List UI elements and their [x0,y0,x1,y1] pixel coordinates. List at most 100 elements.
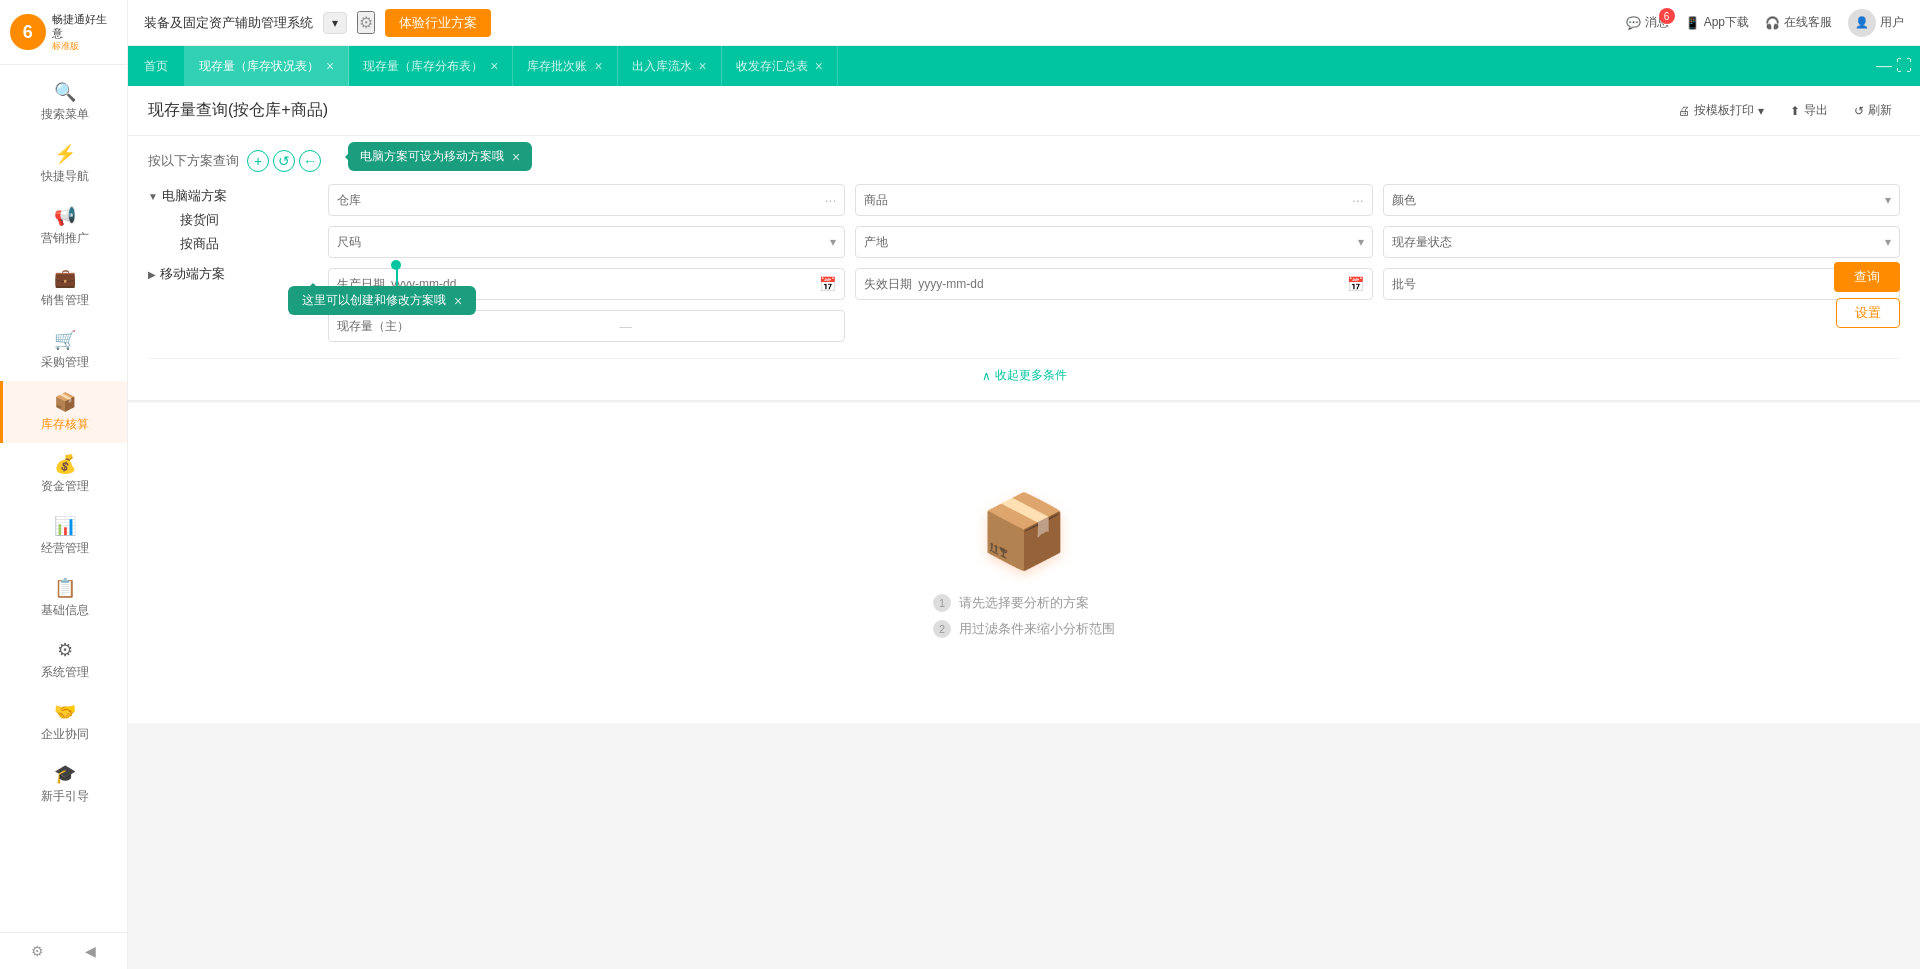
sidebar-item-quicknav[interactable]: ⚡ 快捷导航 [0,133,127,195]
tab-stock-status-label: 现存量（库存状况表） [199,58,319,75]
sidebar-item-business[interactable]: 📊 经营管理 [0,505,127,567]
product-field[interactable]: 商品 ··· [855,184,1372,216]
tab-inout[interactable]: 出入库流水 × [618,46,722,86]
tab-batch[interactable]: 库存批次账 × [513,46,617,86]
tip-1-num: 1 [933,594,951,612]
desktop-expand-arrow[interactable]: ▼ [148,191,158,202]
tab-summary[interactable]: 收发存汇总表 × [722,46,838,86]
header-settings-btn[interactable]: ⚙ [357,11,375,34]
stock-main-to-input[interactable] [636,319,836,333]
refresh-btn[interactable]: ↺ 刷新 [1846,98,1900,123]
logo-area[interactable]: 6 畅捷通好生意 标准版 [0,0,127,65]
system-name: 装备及固定资产辅助管理系统 [144,14,313,32]
popover-scheme-close-btn[interactable]: × [512,149,520,165]
stock-main-from-input[interactable] [415,319,615,333]
tab-stock-status[interactable]: 现存量（库存状况表） × [185,46,349,86]
footer-settings-btn[interactable]: ⚙ [31,943,44,959]
scheme-item-jiehuo[interactable]: 接货间 [164,208,318,232]
sidebar-item-system[interactable]: ⚙ 系统管理 [0,629,127,691]
tab-close-stock-status[interactable]: × [326,58,334,74]
sidebar-item-label: 采购管理 [41,354,89,371]
sidebar-item-sales[interactable]: 💼 销售管理 [0,257,127,319]
print-btn[interactable]: 🖨 按模板打印 ▾ [1670,98,1772,123]
desktop-scheme-label[interactable]: 电脑端方案 [162,187,227,205]
phone-icon: 📱 [1685,16,1700,30]
online-service-btn[interactable]: 🎧 在线客服 [1765,14,1832,31]
origin-input[interactable] [894,235,1357,249]
tab-home[interactable]: 首页 [128,46,185,86]
export-btn[interactable]: ⬆ 导出 [1782,98,1836,123]
origin-field[interactable]: 产地 ▾ [855,226,1372,258]
user-area[interactable]: 👤 用户 [1848,9,1904,37]
message-icon: 💬 [1626,16,1641,30]
warehouse-input[interactable] [367,193,821,207]
tab-home-label: 首页 [144,58,168,75]
sidebar-item-purchase[interactable]: 🛒 采购管理 [0,319,127,381]
printer-icon: 🖨 [1678,104,1690,118]
tab-maximize-btn[interactable]: ⛶ [1896,57,1912,75]
size-field[interactable]: 尺码 ▾ [328,226,845,258]
tab-close-inout[interactable]: × [699,58,707,74]
stock-status-dropdown-icon[interactable]: ▾ [1885,235,1891,249]
product-input[interactable] [894,193,1348,207]
trial-industry-btn[interactable]: 体验行业方案 [385,9,491,37]
footer-collapse-btn[interactable]: ◀ [85,943,96,959]
scheme-item-product[interactable]: 按商品 [164,232,318,256]
main-area: 装备及固定资产辅助管理系统 ▾ ⚙ 体验行业方案 💬 消息 6 📱 App下载 … [128,0,1920,969]
mobile-scheme-label[interactable]: 移动端方案 [160,265,225,283]
tab-minimize-btn[interactable]: — [1876,57,1892,75]
expiry-date-calendar-icon[interactable]: 📅 [1347,276,1364,292]
sidebar-item-inventory[interactable]: 📦 库存核算 [0,381,127,443]
sidebar-item-marketing[interactable]: 📢 营销推广 [0,195,127,257]
system-select-btn[interactable]: ▾ [323,12,347,34]
tab-stock-dist[interactable]: 现存量（库存分布表） × [349,46,513,86]
collapse-btn[interactable]: ∧ 收起更多条件 [982,367,1067,384]
product-more-icon[interactable]: ··· [1352,192,1364,208]
query-btn[interactable]: 查询 [1834,262,1900,292]
enterprise-icon: 🤝 [54,701,76,723]
sidebar-item-search[interactable]: 🔍 搜索菜单 [0,71,127,133]
sidebar-item-enterprise[interactable]: 🤝 企业协同 [0,691,127,753]
mobile-expand-arrow[interactable]: ▶ [148,269,156,280]
page-content: 现存量查询(按仓库+商品) 🖨 按模板打印 ▾ ⬆ 导出 ↺ 刷新 [128,86,1920,969]
filter-add-btn[interactable]: + [247,150,269,172]
color-field[interactable]: 颜色 ▾ [1383,184,1900,216]
reset-btn[interactable]: 设置 [1836,298,1900,328]
size-dropdown-icon[interactable]: ▾ [830,235,836,249]
sidebar-item-basic[interactable]: 📋 基础信息 [0,567,127,629]
sidebar-item-finance[interactable]: 💰 资金管理 [0,443,127,505]
color-dropdown-icon[interactable]: ▾ [1885,193,1891,207]
stock-status-input[interactable] [1458,235,1885,249]
sidebar-item-label: 企业协同 [41,726,89,743]
filter-row-1: 仓库 ··· 商品 ··· 颜色 [328,184,1900,216]
size-input[interactable] [367,235,830,249]
expiry-date-field[interactable]: 失效日期 📅 [855,268,1372,300]
filter-section: 按以下方案查询 + ↺ ← 电脑方案可设为移动方案哦 × 这里可以创建和修改方案… [128,136,1920,401]
tab-close-batch[interactable]: × [594,58,602,74]
stock-main-separator: — [619,319,632,334]
empty-tips: 1 请先选择要分析的方案 2 用过滤条件来缩小分析范围 [933,594,1115,638]
tab-close-stock-dist[interactable]: × [490,58,498,74]
filter-refresh-btn[interactable]: ↺ [273,150,295,172]
warehouse-field[interactable]: 仓库 ··· [328,184,845,216]
tip-2-num: 2 [933,620,951,638]
popover-edit-close-btn[interactable]: × [454,293,462,309]
top-header: 装备及固定资产辅助管理系统 ▾ ⚙ 体验行业方案 💬 消息 6 📱 App下载 … [128,0,1920,46]
expiry-date-input[interactable] [918,277,1346,291]
warehouse-label: 仓库 [337,192,361,209]
batch-no-field[interactable]: 批号 [1383,268,1900,300]
batch-no-label: 批号 [1392,276,1416,293]
sidebar-nav: 🔍 搜索菜单 ⚡ 快捷导航 📢 营销推广 💼 销售管理 🛒 采购管理 📦 库存核… [0,65,127,932]
message-btn[interactable]: 💬 消息 6 [1626,14,1669,31]
sidebar-item-newbie[interactable]: 🎓 新手引导 [0,753,127,815]
production-date-calendar-icon[interactable]: 📅 [819,276,836,292]
batch-no-input[interactable] [1422,277,1891,291]
tab-close-summary[interactable]: × [815,58,823,74]
stock-status-field[interactable]: 现存量状态 ▾ [1383,226,1900,258]
popover-edit: 这里可以创建和修改方案哦 × [288,286,476,315]
warehouse-more-icon[interactable]: ··· [825,192,837,208]
origin-dropdown-icon[interactable]: ▾ [1358,235,1364,249]
app-download-btn[interactable]: 📱 App下载 [1685,14,1749,31]
filter-back-btn[interactable]: ← [299,150,321,172]
color-input[interactable] [1422,193,1885,207]
